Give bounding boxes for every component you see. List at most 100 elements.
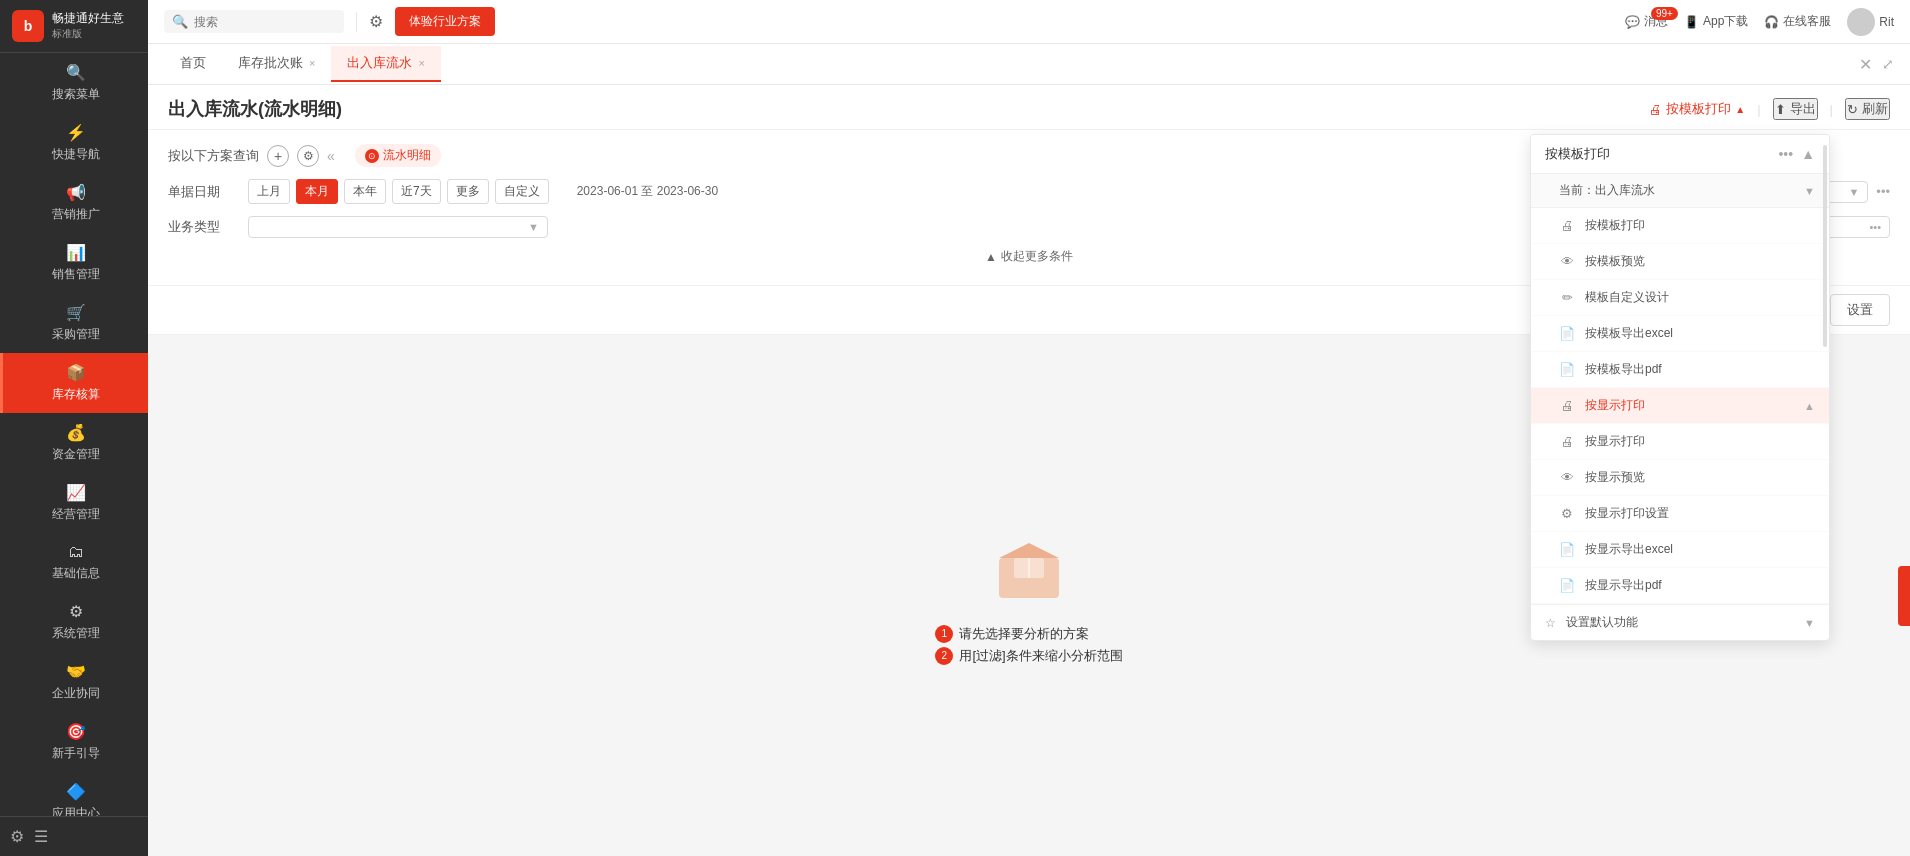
filter-row-header: 按以下方案查询 + ⚙ «	[168, 145, 335, 167]
date-filter-group: 上月本月本年近7天更多自定义	[248, 179, 549, 204]
export-button[interactable]: ⬆ 导出	[1773, 98, 1818, 120]
dropdown-scrollbar[interactable]	[1823, 135, 1827, 640]
tab-bar: 首页库存批次账× 出入库流水 ×	[148, 44, 1859, 84]
sidebar-item-marketing[interactable]: 📢营销推广	[0, 173, 148, 233]
date-btn-current-month[interactable]: 本月	[296, 179, 338, 204]
sidebar-icon-sales: 📊	[66, 243, 86, 262]
filter-setting-button[interactable]: ⚙	[297, 145, 319, 167]
tab-label-home: 首页	[180, 54, 206, 72]
dropdown-item-display-export-excel[interactable]: 📄 按显示导出excel	[1531, 532, 1829, 568]
tab-home[interactable]: 首页	[164, 46, 222, 82]
sidebar-icon-guide: 🎯	[66, 722, 86, 741]
filter-tag[interactable]: ⊙ 流水明细	[355, 144, 441, 167]
date-btn-current-year[interactable]: 本年	[344, 179, 386, 204]
tab-label-flow: 出入库流水	[347, 54, 412, 72]
message-badge: 99+	[1651, 7, 1678, 20]
dropdown-item-template-custom[interactable]: ✏模板自定义设计	[1531, 280, 1829, 316]
page-title: 出入库流水(流水明细)	[168, 97, 342, 121]
logo-icon: b	[12, 10, 44, 42]
biz-type-label: 业务类型	[168, 218, 228, 236]
tab-flow[interactable]: 出入库流水 ×	[331, 46, 440, 82]
dropdown-item-display-print-section[interactable]: 🖨按显示打印▲	[1531, 388, 1829, 424]
sidebar-item-search[interactable]: 🔍搜索菜单	[0, 53, 148, 113]
filter-section-label: 按以下方案查询	[168, 147, 259, 165]
industry-solution-button[interactable]: 体验行业方案	[395, 7, 495, 36]
menu-toggle-icon[interactable]: ☰	[34, 827, 48, 846]
topbar-gear-icon[interactable]: ⚙	[369, 12, 383, 31]
date-btn-prev-month[interactable]: 上月	[248, 179, 290, 204]
dropdown-item-icon-display-print: 🖨	[1559, 434, 1575, 450]
tab-close-batch-account[interactable]: ×	[309, 57, 315, 69]
filter-add-button[interactable]: +	[267, 145, 289, 167]
sidebar-label-inventory: 库存核算	[52, 386, 100, 403]
sidebar-item-sales[interactable]: 📊销售管理	[0, 233, 148, 293]
template-print-button[interactable]: 🖨 按模板打印 ▲	[1649, 100, 1745, 118]
date-btn-last-7[interactable]: 近7天	[392, 179, 441, 204]
sidebar-label-basic: 基础信息	[52, 565, 100, 582]
sidebar-label-operations: 经营管理	[52, 506, 100, 523]
date-range-display: 2023-06-01 至 2023-06-30	[577, 183, 718, 200]
sidebar-item-finance[interactable]: 💰资金管理	[0, 413, 148, 473]
app-download-button[interactable]: 📱 App下载	[1684, 13, 1748, 30]
tab-batch-account[interactable]: 库存批次账×	[222, 46, 331, 82]
dropdown-collapse-icon[interactable]: ▲	[1801, 146, 1815, 162]
dropdown-item-display-preview[interactable]: 👁按显示预览	[1531, 460, 1829, 496]
sidebar-item-inventory[interactable]: 📦库存核算	[0, 353, 148, 413]
date-btn-custom[interactable]: 自定义	[495, 179, 549, 204]
sidebar-item-enterprise[interactable]: 🤝企业协同	[0, 652, 148, 712]
customer-service-label: 在线客服	[1783, 13, 1831, 30]
filter-collapse-icon[interactable]: «	[327, 148, 335, 164]
date-btn-more[interactable]: 更多	[447, 179, 489, 204]
tab-close-flow[interactable]: ×	[418, 57, 424, 69]
dropdown-item-template-print[interactable]: 🖨按模板打印	[1531, 208, 1829, 244]
empty-hint-2: 2 用[过滤]条件来缩小分析范围	[935, 647, 1122, 665]
window-controls: ✕ ⤢	[1859, 55, 1910, 74]
hint-text-2: 用[过滤]条件来缩小分析范围	[959, 647, 1122, 665]
dropdown-current-item[interactable]: 当前：出入库流水 ▼	[1531, 174, 1829, 208]
dropdown-item-label-display-export-excel: 按显示导出excel	[1585, 541, 1673, 558]
sidebar-item-quick-nav[interactable]: ⚡快捷导航	[0, 113, 148, 173]
dropdown-item-icon-template-print: 🖨	[1559, 218, 1575, 234]
set-default-item[interactable]: ☆ 设置默认功能 ▼	[1531, 604, 1829, 640]
user-avatar-area[interactable]: Rit	[1847, 8, 1894, 36]
search-input[interactable]	[194, 15, 314, 29]
maximize-window-icon[interactable]: ⤢	[1882, 56, 1894, 72]
close-window-icon[interactable]: ✕	[1859, 55, 1872, 74]
dropdown-item-display-print-settings[interactable]: ⚙ 按显示打印设置	[1531, 496, 1829, 532]
sidebar-label-enterprise: 企业协同	[52, 685, 100, 702]
dropdown-item-icon-display-print-settings: ⚙	[1559, 506, 1575, 522]
doc-type-more-icon[interactable]: •••	[1876, 184, 1890, 199]
topbar-search-box[interactable]: 🔍	[164, 10, 344, 33]
dropdown-item-label-display-print-settings: 按显示打印设置	[1585, 505, 1669, 522]
filter-tag-label: 流水明细	[383, 147, 431, 164]
dropdown-item-icon-display-export-excel: 📄	[1559, 542, 1575, 558]
sidebar-item-app-center[interactable]: 🔷应用中心	[0, 772, 148, 816]
sidebar-icon-purchase: 🛒	[66, 303, 86, 322]
biz-type-select[interactable]: ▼	[248, 216, 548, 238]
sidebar-item-operations[interactable]: 📈经营管理	[0, 473, 148, 533]
right-edge-button[interactable]	[1898, 566, 1910, 626]
dropdown-item-template-preview[interactable]: 👁按模板预览	[1531, 244, 1829, 280]
dropdown-item-display-export-pdf[interactable]: 📄按显示导出pdf	[1531, 568, 1829, 604]
dropdown-item-label-template-preview: 按模板预览	[1585, 253, 1645, 270]
sidebar-item-basic[interactable]: 🗂基础信息	[0, 533, 148, 592]
app-badge: 标准版	[52, 27, 124, 41]
dropdown-title: 按模板打印	[1545, 145, 1610, 163]
action-divider2: |	[1830, 102, 1833, 117]
message-button[interactable]: 💬 消息 99+	[1625, 13, 1668, 30]
sidebar-item-purchase[interactable]: 🛒采购管理	[0, 293, 148, 353]
sidebar-item-system[interactable]: ⚙系统管理	[0, 592, 148, 652]
dropdown-item-display-print[interactable]: 🖨按显示打印	[1531, 424, 1829, 460]
sidebar-icon-system: ⚙	[69, 602, 83, 621]
dropdown-header: 按模板打印 ••• ▲	[1531, 135, 1829, 174]
customer-service-button[interactable]: 🎧 在线客服	[1764, 13, 1831, 30]
dropdown-item-template-export-pdf[interactable]: 📄按模板导出pdf	[1531, 352, 1829, 388]
settings-icon[interactable]: ⚙	[10, 827, 24, 846]
dropdown-item-template-export-excel[interactable]: 📄按模板导出excel	[1531, 316, 1829, 352]
refresh-button[interactable]: ↻ 刷新	[1845, 98, 1890, 120]
settings-filter-button[interactable]: 设置	[1830, 294, 1890, 326]
empty-hint-1: 1 请先选择要分析的方案	[935, 625, 1122, 643]
sidebar-item-guide[interactable]: 🎯新手引导	[0, 712, 148, 772]
dropdown-more-icon[interactable]: •••	[1778, 146, 1793, 162]
dropdown-item-label-display-print-section: 按显示打印	[1585, 397, 1645, 414]
